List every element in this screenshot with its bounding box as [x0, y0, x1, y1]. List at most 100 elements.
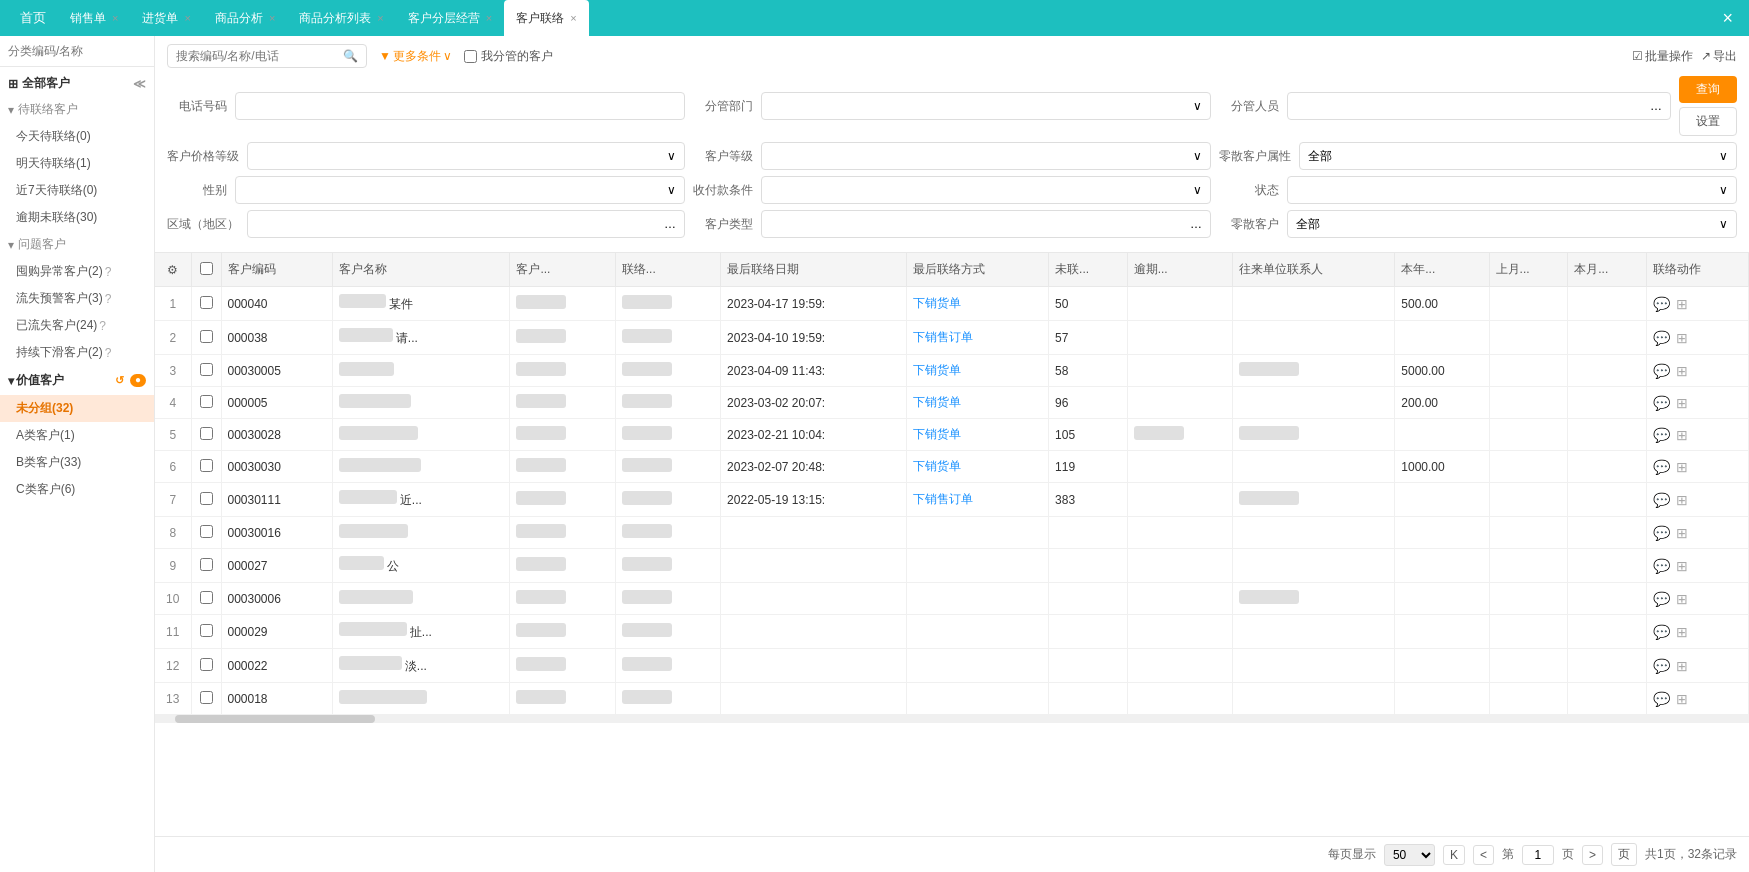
sidebar-group-value[interactable]: ▾ 价值客户 ↺ ● [0, 366, 154, 395]
export-link[interactable]: ↗ 导出 [1701, 48, 1737, 65]
nav-tab-customer-contact[interactable]: 客户联络 × [504, 0, 588, 36]
contact-way-link[interactable]: 下销售订单 [913, 492, 973, 506]
my-customers-check[interactable] [464, 50, 477, 63]
more-icon[interactable]: ⊞ [1676, 658, 1688, 674]
retail-attr-select[interactable]: 全部 ∨ [1299, 142, 1737, 170]
sidebar-group-problem[interactable]: ▾ 问题客户 [0, 231, 154, 258]
nav-next-button[interactable]: > [1582, 845, 1603, 865]
sidebar-item-churn-warning[interactable]: 流失预警客户(3) ? [0, 285, 154, 312]
row-select-checkbox[interactable] [200, 525, 213, 538]
more-icon[interactable]: ⊞ [1676, 624, 1688, 640]
sidebar-item-class-c[interactable]: C类客户(6) [0, 476, 154, 503]
scrollbar-thumb[interactable] [175, 715, 375, 723]
row-checkbox[interactable] [191, 483, 221, 517]
nav-home[interactable]: 首页 [8, 9, 58, 27]
department-select[interactable]: ∨ [761, 92, 1211, 120]
contact-way-link[interactable]: 下销售订单 [913, 330, 973, 344]
row-checkbox[interactable] [191, 355, 221, 387]
phone-input[interactable] [235, 92, 685, 120]
message-icon[interactable]: 💬 [1653, 525, 1670, 541]
message-icon[interactable]: 💬 [1653, 658, 1670, 674]
sidebar-item-class-a[interactable]: A类客户(1) [0, 422, 154, 449]
more-icon[interactable]: ⊞ [1676, 330, 1688, 346]
row-checkbox[interactable] [191, 451, 221, 483]
message-icon[interactable]: 💬 [1653, 558, 1670, 574]
window-close-icon[interactable]: × [1714, 8, 1741, 29]
phone-input-field[interactable] [244, 99, 676, 113]
nav-tab-product-analysis[interactable]: 商品分析 × [203, 0, 287, 36]
nav-prev-button[interactable]: < [1473, 845, 1494, 865]
row-select-checkbox[interactable] [200, 624, 213, 637]
close-icon[interactable]: × [377, 12, 383, 24]
my-customers-checkbox[interactable]: 我分管的客户 [464, 48, 553, 65]
row-select-checkbox[interactable] [200, 427, 213, 440]
contact-way-link[interactable]: 下销货单 [913, 395, 961, 409]
select-all-checkbox[interactable] [200, 262, 213, 275]
sidebar-item-declining[interactable]: 持续下滑客户(2) ? [0, 339, 154, 366]
sidebar-search-input[interactable] [8, 44, 155, 58]
batch-operation-link[interactable]: ☑ 批量操作 [1632, 48, 1693, 65]
contact-way-link[interactable]: 下销货单 [913, 296, 961, 310]
sidebar-item-ungrouped[interactable]: 未分组(32) [0, 395, 154, 422]
row-select-checkbox[interactable] [200, 330, 213, 343]
more-icon[interactable]: ⊞ [1676, 691, 1688, 707]
row-select-checkbox[interactable] [200, 691, 213, 704]
row-checkbox[interactable] [191, 387, 221, 419]
row-checkbox[interactable] [191, 287, 221, 321]
row-select-checkbox[interactable] [200, 459, 213, 472]
price-level-select[interactable]: ∨ [247, 142, 685, 170]
nav-tab-product-list[interactable]: 商品分析列表 × [287, 0, 395, 36]
close-icon[interactable]: × [486, 12, 492, 24]
nav-first-button[interactable]: K [1443, 845, 1465, 865]
row-checkbox[interactable] [191, 321, 221, 355]
close-icon[interactable]: × [269, 12, 275, 24]
sidebar-group-pending[interactable]: ▾ 待联络客户 [0, 96, 154, 123]
contact-way-link[interactable]: 下销货单 [913, 363, 961, 377]
close-icon[interactable]: × [112, 12, 118, 24]
row-checkbox[interactable] [191, 583, 221, 615]
row-select-checkbox[interactable] [200, 296, 213, 309]
more-conditions-toggle[interactable]: ▼ 更多条件 ∨ [379, 48, 452, 65]
manager-input[interactable]: … [1287, 92, 1671, 120]
reset-button[interactable]: 设置 [1679, 107, 1737, 136]
message-icon[interactable]: 💬 [1653, 624, 1670, 640]
search-icon[interactable]: 🔍 [343, 49, 358, 63]
row-select-checkbox[interactable] [200, 395, 213, 408]
per-page-select[interactable]: 50 20 100 [1384, 844, 1435, 866]
more-icon[interactable]: ⊞ [1676, 525, 1688, 541]
row-checkbox[interactable] [191, 419, 221, 451]
refresh-icon[interactable]: ↺ [115, 374, 124, 387]
row-checkbox[interactable] [191, 615, 221, 649]
horizontal-scrollbar[interactable] [155, 715, 1749, 723]
nav-last-button[interactable]: 页 [1611, 843, 1637, 866]
message-icon[interactable]: 💬 [1653, 591, 1670, 607]
row-select-checkbox[interactable] [200, 558, 213, 571]
row-select-checkbox[interactable] [200, 363, 213, 376]
sidebar-item-7days[interactable]: 近7天待联络(0) [0, 177, 154, 204]
customer-level-select[interactable]: ∨ [761, 142, 1211, 170]
row-checkbox[interactable] [191, 683, 221, 715]
row-select-checkbox[interactable] [200, 492, 213, 505]
row-select-checkbox[interactable] [200, 591, 213, 604]
search-input[interactable] [176, 49, 343, 63]
contact-way-link[interactable]: 下销货单 [913, 427, 961, 441]
more-icon[interactable]: ⊞ [1676, 492, 1688, 508]
more-icon[interactable]: ⊞ [1676, 427, 1688, 443]
row-checkbox[interactable] [191, 649, 221, 683]
close-icon[interactable]: × [184, 12, 190, 24]
more-icon[interactable]: ⊞ [1676, 296, 1688, 312]
row-select-checkbox[interactable] [200, 658, 213, 671]
message-icon[interactable]: 💬 [1653, 330, 1670, 346]
page-input[interactable] [1522, 845, 1554, 865]
region-select[interactable]: … [247, 210, 685, 238]
message-icon[interactable]: 💬 [1653, 459, 1670, 475]
close-icon[interactable]: × [570, 12, 576, 24]
gender-select[interactable]: ∨ [235, 176, 685, 204]
more-icon[interactable]: ⊞ [1676, 395, 1688, 411]
customer-type-select[interactable]: … [761, 210, 1211, 238]
sidebar-item-overdue[interactable]: 逾期未联络(30) [0, 204, 154, 231]
sidebar-item-abnormal[interactable]: 囤购异常客户(2) ? [0, 258, 154, 285]
message-icon[interactable]: 💬 [1653, 395, 1670, 411]
sidebar-item-churned[interactable]: 已流失客户(24) ? [0, 312, 154, 339]
message-icon[interactable]: 💬 [1653, 492, 1670, 508]
